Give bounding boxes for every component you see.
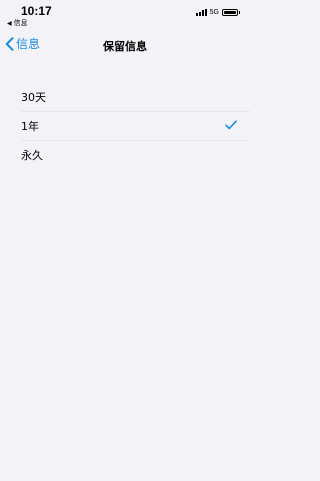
option-label: 1年 <box>21 119 39 133</box>
option-1-year[interactable]: 1年 <box>0 111 250 140</box>
checkmark-icon <box>225 120 237 130</box>
network-type: 5G <box>209 9 219 16</box>
navigation-bar: 信息 保留信息 <box>0 32 250 58</box>
triangle-left-icon: ◀ <box>7 19 12 27</box>
status-bar: 10:17 ◀ 信息 5G <box>0 0 250 30</box>
option-label: 30天 <box>21 90 46 104</box>
status-time: 10:17 <box>21 4 52 18</box>
cellular-signal-icon <box>195 9 207 16</box>
option-forever[interactable]: 永久 <box>0 140 250 169</box>
back-to-app-label: 信息 <box>13 19 28 27</box>
retention-options: 30天 1年 永久 <box>0 82 250 169</box>
page-title: 保留信息 <box>103 40 147 53</box>
option-label: 永久 <box>21 148 43 162</box>
status-indicators: 5G <box>195 9 240 16</box>
option-30-days[interactable]: 30天 <box>0 82 250 111</box>
battery-icon <box>222 9 240 16</box>
back-to-app[interactable]: ◀ 信息 <box>7 18 28 28</box>
